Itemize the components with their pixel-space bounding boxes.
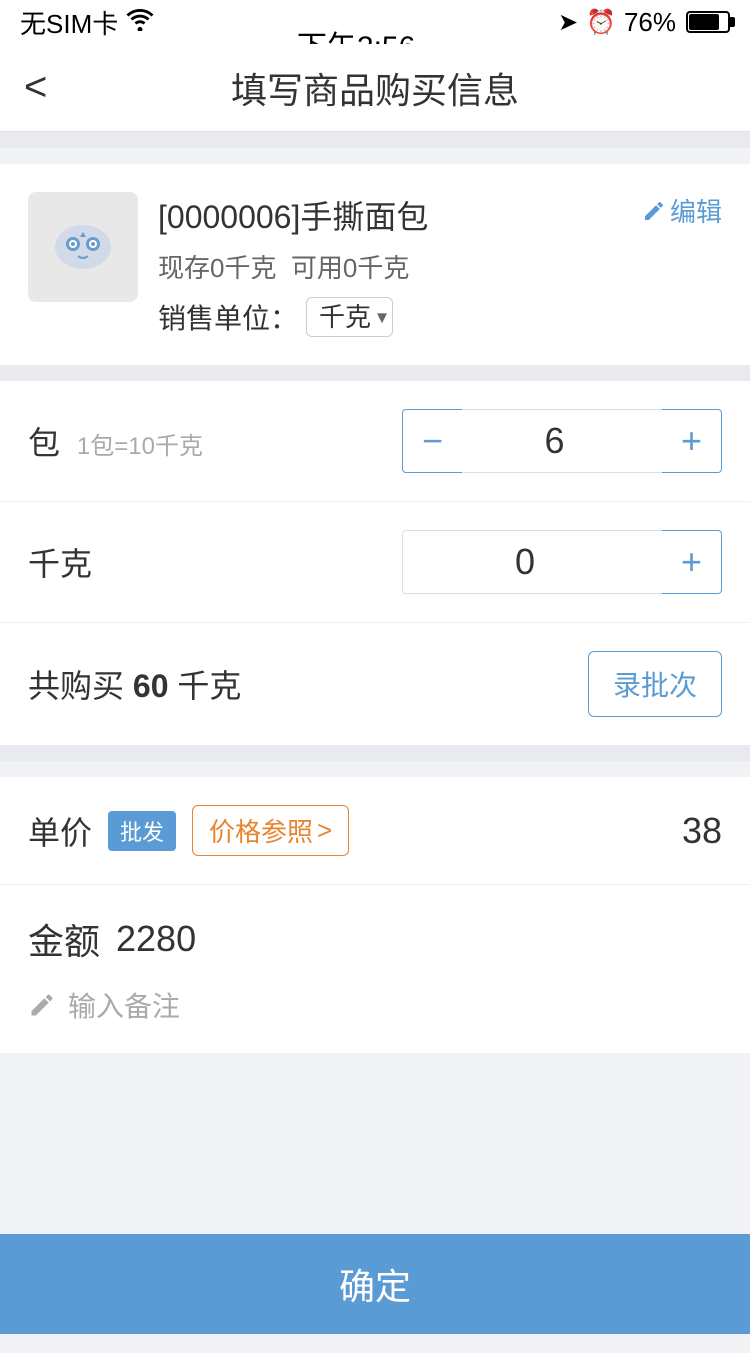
pack-quantity-row: 包 1包=10千克 − + <box>0 381 750 502</box>
back-button[interactable]: < <box>24 65 47 110</box>
price-label: 单价 <box>28 808 92 854</box>
battery-icon <box>686 11 730 33</box>
unit-select-wrapper[interactable]: 千克 <box>298 297 393 337</box>
wifi-icon <box>126 7 154 38</box>
price-type-tag: 批发 <box>108 811 176 851</box>
amount-section: 金额 2280 输入备注 <box>0 885 750 1053</box>
kg-qty-input[interactable] <box>402 530 662 594</box>
page-title: 填写商品购买信息 <box>231 62 519 114</box>
edit-button[interactable]: 编辑 <box>642 192 722 229</box>
pack-label: 包 1包=10千克 <box>28 418 402 464</box>
product-unit-row: 销售单位： 千克 <box>158 297 722 337</box>
batch-button[interactable]: 录批次 <box>588 651 722 717</box>
pack-qty-control: − + <box>402 409 722 473</box>
amount-row: 金额 2280 <box>28 913 722 965</box>
section-divider-1 <box>0 365 750 381</box>
edit-label: 编辑 <box>670 192 722 229</box>
pack-decrement-button[interactable]: − <box>402 409 462 473</box>
remark-row[interactable]: 输入备注 <box>28 985 722 1025</box>
kg-qty-control: + <box>402 530 722 594</box>
kg-quantity-row: 千克 + <box>0 502 750 623</box>
unit-label: 销售单位： <box>158 297 298 337</box>
quantity-section: 包 1包=10千克 − + 千克 + 共购买 <box>0 381 750 745</box>
price-ref-arrow: > <box>317 815 332 846</box>
total-row: 共购买 60 千克 录批次 <box>0 623 750 745</box>
price-reference-button[interactable]: 价格参照 > <box>192 805 349 856</box>
status-bar: 无SIM卡 下午2:56 ➤ ⏰ 76% <box>0 0 750 44</box>
owl-logo-icon <box>53 222 113 272</box>
kg-label: 千克 <box>28 539 402 585</box>
unit-select[interactable]: 千克 <box>306 297 393 337</box>
amount-label: 金额 <box>28 913 100 965</box>
alarm-icon: ⏰ <box>586 8 616 37</box>
product-info: [0000006]手撕面包 现存0千克 可用0千克 销售单位： 千克 <box>158 192 722 337</box>
product-stock: 现存0千克 可用0千克 <box>158 248 722 285</box>
carrier-text: 无SIM卡 <box>20 4 118 41</box>
status-left: 无SIM卡 <box>20 4 154 41</box>
battery-percent: 76% <box>624 7 676 38</box>
pencil-icon <box>28 991 56 1019</box>
remark-placeholder: 输入备注 <box>68 985 180 1025</box>
price-value: 38 <box>682 810 722 852</box>
section-divider-2 <box>0 745 750 761</box>
edit-icon <box>642 199 666 223</box>
product-card: [0000006]手撕面包 现存0千克 可用0千克 销售单位： 千克 编辑 <box>0 164 750 365</box>
location-icon: ➤ <box>558 8 578 37</box>
product-name: [0000006]手撕面包 <box>158 192 722 238</box>
confirm-button[interactable]: 确定 <box>0 1234 750 1334</box>
kg-increment-button[interactable]: + <box>662 530 722 594</box>
bottom-spacer <box>0 1053 750 1253</box>
price-section: 单价 批发 价格参照 > 38 <box>0 777 750 885</box>
pack-qty-input[interactable] <box>462 409 662 473</box>
status-right: ➤ ⏰ 76% <box>558 7 730 38</box>
pack-hint: 1包=10千克 <box>77 433 203 460</box>
product-thumbnail <box>28 192 138 302</box>
nav-bar: < 填写商品购买信息 <box>0 44 750 132</box>
pack-increment-button[interactable]: + <box>662 409 722 473</box>
top-divider <box>0 132 750 148</box>
total-text: 共购买 60 千克 <box>28 661 241 707</box>
amount-value: 2280 <box>116 918 196 960</box>
